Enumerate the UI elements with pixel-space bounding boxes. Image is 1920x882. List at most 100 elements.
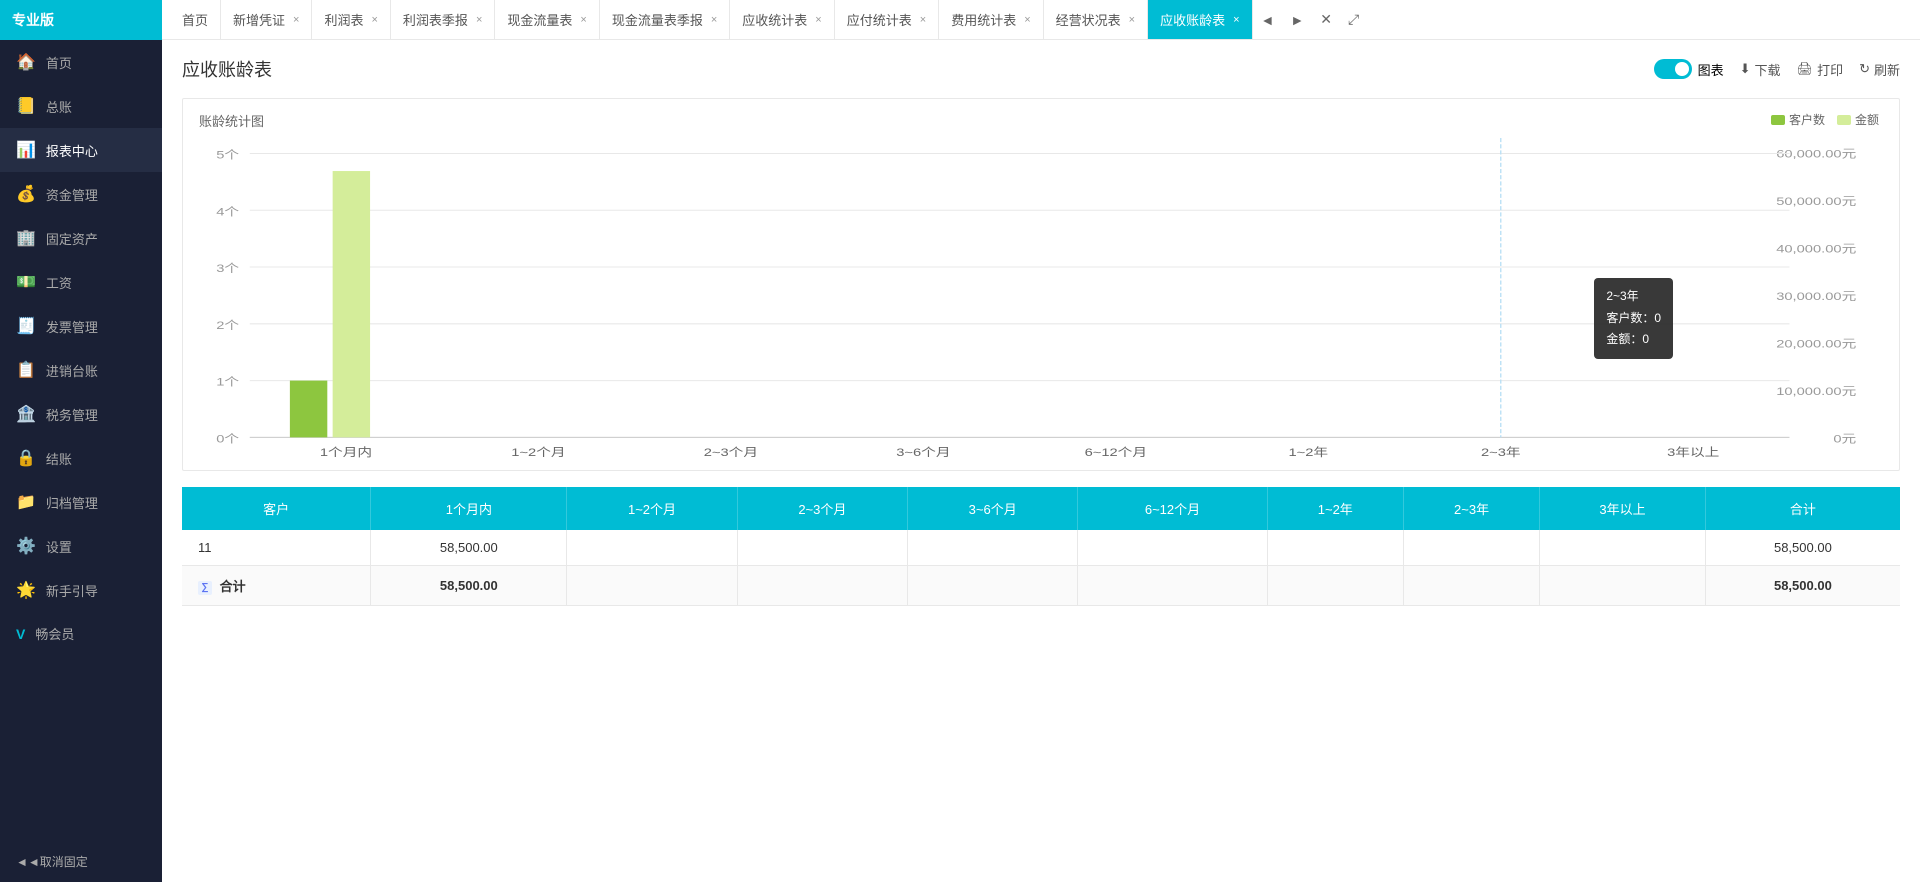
sidebar: 专业版 🏠 首页 📒 总账 📊 报表中心 💰 资金管理 🏢 固定资产 💵 工资 … [0,0,162,882]
sidebar-item-ledger[interactable]: 📒 总账 [0,84,162,128]
total-y3 [1540,566,1706,606]
col-y2: 2~3年 [1403,487,1539,530]
tab-cashflow-quarter[interactable]: 现金流量表季报 × [600,0,730,40]
funds-icon: 💰 [16,184,36,204]
table-total-row: ∑ 合计 58,500.00 58,500.00 [182,566,1900,606]
print-icon: 🖨 [1797,61,1814,77]
legend-customers-dot [1771,115,1785,125]
unpin-button[interactable]: ◄◄取消固定 [0,841,162,882]
tab-close-all-btn[interactable]: ✕ [1312,7,1340,32]
refresh-icon: ↻ [1859,61,1870,77]
sidebar-item-report[interactable]: 📊 报表中心 [0,128,162,172]
sidebar-item-invoice[interactable]: 🧾 发票管理 [0,304,162,348]
total-label: ∑ 合计 [182,566,371,606]
cell-m1-0: 58,500.00 [371,530,567,566]
sidebar-item-sales[interactable]: 📋 进销台账 [0,348,162,392]
svg-text:1个月内: 1个月内 [320,446,372,458]
sidebar-item-close[interactable]: 🔒 结账 [0,436,162,480]
total-m2 [567,566,737,606]
tab-business-stat[interactable]: 经营状况表 × [1044,0,1148,40]
sidebar-item-salary[interactable]: 💵 工资 [0,260,162,304]
close-accounts-icon: 🔒 [16,448,36,468]
svg-text:10,000.00元: 10,000.00元 [1776,385,1856,398]
tab-close-payable-stat[interactable]: × [920,14,926,26]
cell-m3-0 [737,530,907,566]
svg-text:20,000.00元: 20,000.00元 [1776,337,1856,350]
sidebar-item-home[interactable]: 🏠 首页 [0,40,162,84]
sidebar-item-archive[interactable]: 📁 归档管理 [0,480,162,524]
print-btn[interactable]: 🖨 打印 [1797,60,1844,79]
tab-prev-btn[interactable]: ◄ [1253,8,1283,32]
archive-icon: 📁 [16,492,36,512]
col-m12: 6~12个月 [1078,487,1267,530]
col-customer: 客户 [182,487,371,530]
tab-close-cashflow[interactable]: × [580,14,586,26]
tab-home[interactable]: 首页 [170,0,221,40]
tab-close-voucher[interactable]: × [293,14,299,26]
svg-text:3个: 3个 [216,262,239,275]
tab-next-btn[interactable]: ► [1282,8,1312,32]
tab-close-expense-stat[interactable]: × [1024,14,1030,26]
download-icon: ⬇ [1740,61,1751,77]
col-m3: 2~3个月 [737,487,907,530]
chart-title: 账龄统计图 [199,111,1883,130]
legend-amount-dot [1837,115,1851,125]
svg-text:1个: 1个 [216,375,239,388]
chart-svg: 0个 1个 2个 3个 4个 5个 0元 10,000.00元 20,000.0… [199,138,1883,458]
cell-total-0: 58,500.00 [1705,530,1900,566]
tab-aging[interactable]: 应收账龄表 × [1148,0,1252,40]
tab-expand-btn[interactable]: ⤢ [1340,7,1367,32]
tab-profit[interactable]: 利润表 × [312,0,390,40]
legend-amount: 金额 [1837,111,1879,128]
tab-close-receivable-stat[interactable]: × [815,14,821,26]
sidebar-item-guide[interactable]: 🌟 新手引导 [0,568,162,612]
toggle-label: 图表 [1698,60,1724,79]
sidebar-item-assets[interactable]: 🏢 固定资产 [0,216,162,260]
sidebar-item-vip[interactable]: V 畅会员 [0,612,162,655]
tab-profit-quarter[interactable]: 利润表季报 × [391,0,495,40]
total-total: 58,500.00 [1705,566,1900,606]
tab-close-cashflow-quarter[interactable]: × [711,14,717,26]
tab-close-profit-quarter[interactable]: × [476,14,482,26]
table-header-row: 客户 1个月内 1~2个月 2~3个月 3~6个月 6~12个月 1~2年 2~… [182,487,1900,530]
tab-receivable-stat[interactable]: 应收统计表 × [730,0,834,40]
bar-amount-0 [333,171,370,437]
svg-text:2个: 2个 [216,319,239,332]
chart-toggle[interactable]: 图表 [1654,59,1724,79]
tab-expense-stat[interactable]: 费用统计表 × [939,0,1043,40]
page-header: 应收账龄表 图表 ⬇ 下载 🖨 打印 ↻ 刷新 [182,56,1900,82]
cell-m12-0 [1078,530,1267,566]
chart-legend: 客户数 金额 [1771,111,1879,128]
tab-close-aging[interactable]: × [1233,14,1239,26]
svg-text:4个: 4个 [216,205,239,218]
ledger-icon: 📒 [16,96,36,116]
page-content: 应收账龄表 图表 ⬇ 下载 🖨 打印 ↻ 刷新 [162,40,1920,882]
sidebar-item-settings[interactable]: ⚙️ 设置 [0,524,162,568]
logo: 专业版 [0,0,162,40]
sidebar-item-funds[interactable]: 💰 资金管理 [0,172,162,216]
chart-body: 0个 1个 2个 3个 4个 5个 0元 10,000.00元 20,000.0… [199,138,1883,458]
refresh-btn[interactable]: ↻ 刷新 [1859,60,1900,79]
svg-text:40,000.00元: 40,000.00元 [1776,242,1856,255]
svg-text:1~2年: 1~2年 [1288,446,1328,458]
svg-text:50,000.00元: 50,000.00元 [1776,195,1856,208]
total-icon: ∑ [198,581,212,595]
tab-cashflow[interactable]: 现金流量表 × [495,0,599,40]
guide-icon: 🌟 [16,580,36,600]
tab-close-business-stat[interactable]: × [1129,14,1135,26]
tax-icon: 🏦 [16,404,36,424]
tab-close-profit[interactable]: × [371,14,377,26]
bar-customers-0 [290,381,327,438]
tab-bar: 首页 新增凭证 × 利润表 × 利润表季报 × 现金流量表 × 现金流量表季报 … [162,0,1920,40]
toggle-knob[interactable] [1654,59,1692,79]
total-y2 [1403,566,1539,606]
tab-payable-stat[interactable]: 应付统计表 × [835,0,939,40]
sidebar-item-tax[interactable]: 🏦 税务管理 [0,392,162,436]
svg-text:0元: 0元 [1833,432,1856,445]
tab-voucher[interactable]: 新增凭证 × [221,0,312,40]
col-m6: 3~6个月 [908,487,1078,530]
svg-text:2~3年: 2~3年 [1481,446,1521,458]
svg-text:1~2个月: 1~2个月 [511,446,565,458]
settings-icon: ⚙️ [16,536,36,556]
download-btn[interactable]: ⬇ 下载 [1740,60,1781,79]
